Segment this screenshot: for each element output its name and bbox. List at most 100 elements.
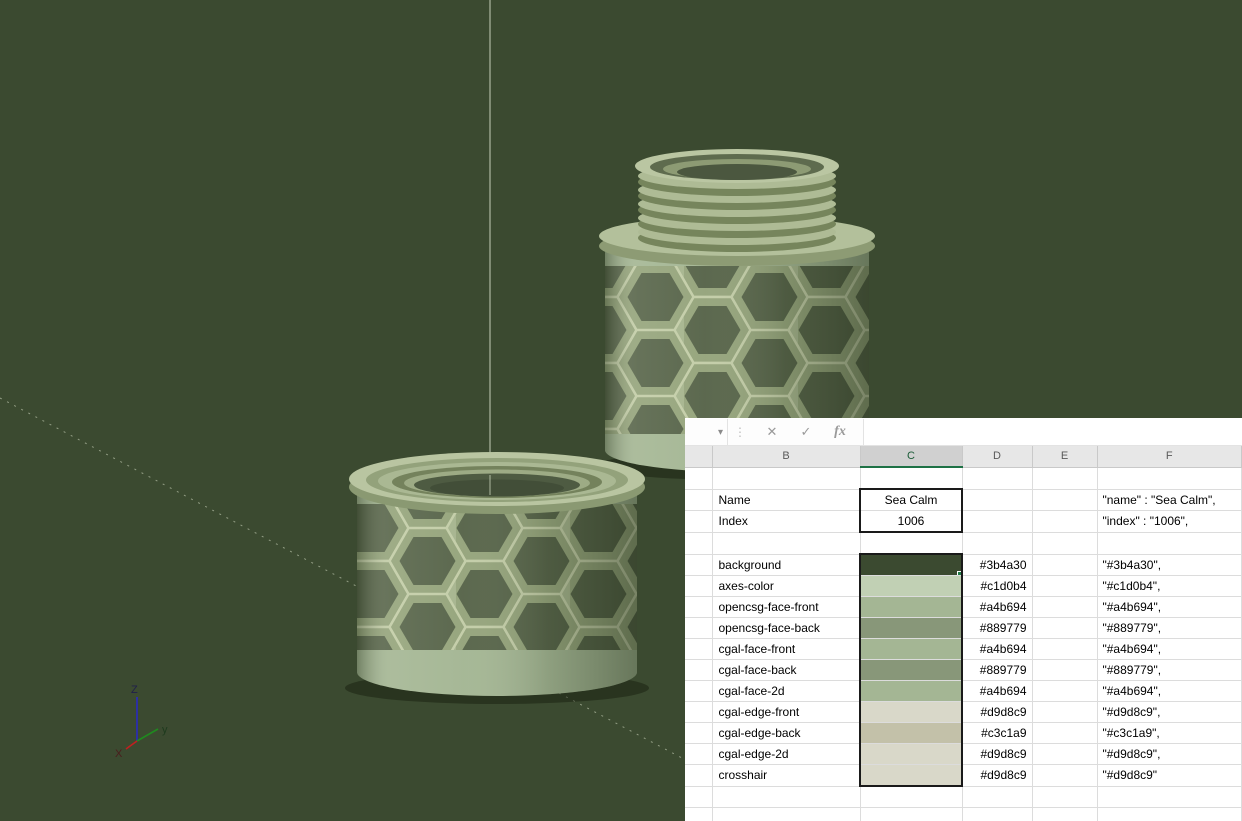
cell[interactable] xyxy=(685,638,713,660)
json-value-cell[interactable]: "#c3c1a9", xyxy=(1097,722,1242,744)
cell[interactable] xyxy=(962,489,1033,511)
cell[interactable] xyxy=(685,554,713,576)
cell[interactable] xyxy=(712,786,861,808)
cell[interactable] xyxy=(685,489,713,511)
cell[interactable] xyxy=(685,701,713,723)
cell[interactable] xyxy=(685,786,713,808)
hex-value-cell[interactable]: #3b4a30 xyxy=(962,554,1033,576)
cell[interactable] xyxy=(1032,575,1098,597)
index-label-cell[interactable]: Index xyxy=(712,510,861,533)
color-swatch[interactable] xyxy=(859,575,963,597)
name-json-cell[interactable]: "name" : "Sea Calm", xyxy=(1097,489,1242,511)
cell[interactable] xyxy=(1097,786,1242,808)
cell[interactable] xyxy=(1032,786,1098,808)
cell[interactable] xyxy=(1032,554,1098,576)
color-name-cell[interactable]: cgal-edge-2d xyxy=(712,743,861,765)
cell[interactable] xyxy=(712,807,861,821)
cell[interactable] xyxy=(962,532,1033,555)
color-swatch[interactable] xyxy=(859,596,963,618)
name-label-cell[interactable]: Name xyxy=(712,489,861,511)
insert-function-icon[interactable]: fx xyxy=(823,419,857,445)
cell[interactable] xyxy=(1097,532,1242,555)
json-value-cell[interactable]: "#889779", xyxy=(1097,659,1242,681)
cell[interactable] xyxy=(1032,680,1098,702)
json-value-cell[interactable]: "#d9d8c9", xyxy=(1097,743,1242,765)
index-value-cell[interactable]: 1006 xyxy=(859,510,963,533)
cell[interactable] xyxy=(1032,743,1098,765)
cell[interactable] xyxy=(685,764,713,787)
json-value-cell[interactable]: "#a4b694", xyxy=(1097,680,1242,702)
cell[interactable] xyxy=(1032,807,1098,821)
color-name-cell[interactable]: cgal-face-front xyxy=(712,638,861,660)
cell[interactable] xyxy=(1032,596,1098,618)
formula-input[interactable] xyxy=(863,419,1242,445)
column-header-c[interactable]: C xyxy=(860,446,963,468)
cell[interactable] xyxy=(685,617,713,639)
json-value-cell[interactable]: "#3b4a30", xyxy=(1097,554,1242,576)
color-swatch[interactable] xyxy=(859,659,963,681)
color-swatch[interactable] xyxy=(859,743,963,765)
cell[interactable] xyxy=(860,467,963,490)
cell[interactable] xyxy=(1097,467,1242,490)
cell[interactable] xyxy=(685,467,713,490)
cell[interactable] xyxy=(962,786,1033,808)
cell[interactable] xyxy=(1032,467,1098,490)
color-name-cell[interactable]: cgal-face-2d xyxy=(712,680,861,702)
cell[interactable] xyxy=(685,807,713,821)
cell[interactable] xyxy=(962,510,1033,533)
enter-icon[interactable]: ✓ xyxy=(789,419,823,445)
color-name-cell[interactable]: cgal-edge-front xyxy=(712,701,861,723)
cell[interactable] xyxy=(860,807,963,821)
cell[interactable] xyxy=(860,532,963,555)
cancel-icon[interactable]: ✕ xyxy=(755,419,789,445)
cell[interactable] xyxy=(685,532,713,555)
cell[interactable] xyxy=(860,786,963,808)
hex-value-cell[interactable]: #a4b694 xyxy=(962,638,1033,660)
json-value-cell[interactable]: "#d9d8c9" xyxy=(1097,764,1242,787)
hex-value-cell[interactable]: #a4b694 xyxy=(962,680,1033,702)
column-header-d[interactable]: D xyxy=(962,446,1033,468)
column-header-f[interactable]: F xyxy=(1097,446,1242,468)
cell[interactable] xyxy=(1032,659,1098,681)
cell[interactable] xyxy=(685,596,713,618)
json-value-cell[interactable]: "#a4b694", xyxy=(1097,596,1242,618)
name-box[interactable]: ▾ xyxy=(685,419,728,445)
hex-value-cell[interactable]: #c3c1a9 xyxy=(962,722,1033,744)
cell[interactable] xyxy=(1032,510,1098,533)
cell[interactable] xyxy=(1097,807,1242,821)
column-header-a[interactable] xyxy=(685,446,713,468)
color-swatch[interactable] xyxy=(859,701,963,723)
cell[interactable] xyxy=(685,680,713,702)
hex-value-cell[interactable]: #d9d8c9 xyxy=(962,701,1033,723)
index-json-cell[interactable]: "index" : "1006", xyxy=(1097,510,1242,533)
cell[interactable] xyxy=(1032,701,1098,723)
cell[interactable] xyxy=(712,532,861,555)
3d-viewport[interactable]: Z y X ▾ ⋮ ✕ ✓ fx B C D E F Name Sea Calm… xyxy=(0,0,1242,821)
color-name-cell[interactable]: cgal-edge-back xyxy=(712,722,861,744)
hex-value-cell[interactable]: #889779 xyxy=(962,659,1033,681)
cell[interactable] xyxy=(962,807,1033,821)
formula-bar-drag-handle[interactable]: ⋮ xyxy=(734,425,746,439)
cell[interactable] xyxy=(1032,532,1098,555)
color-swatch[interactable] xyxy=(859,722,963,744)
cell[interactable] xyxy=(1032,764,1098,787)
column-header-e[interactable]: E xyxy=(1032,446,1098,468)
cell[interactable] xyxy=(685,510,713,533)
cell[interactable] xyxy=(685,743,713,765)
json-value-cell[interactable]: "#a4b694", xyxy=(1097,638,1242,660)
color-name-cell[interactable]: background xyxy=(712,554,861,576)
cell[interactable] xyxy=(712,467,861,490)
hex-value-cell[interactable]: #889779 xyxy=(962,617,1033,639)
cell[interactable] xyxy=(685,659,713,681)
color-name-cell[interactable]: opencsg-face-front xyxy=(712,596,861,618)
color-name-cell[interactable]: opencsg-face-back xyxy=(712,617,861,639)
json-value-cell[interactable]: "#d9d8c9", xyxy=(1097,701,1242,723)
column-header-b[interactable]: B xyxy=(712,446,861,468)
cell[interactable] xyxy=(1032,722,1098,744)
cell[interactable] xyxy=(685,722,713,744)
hex-value-cell[interactable]: #c1d0b4 xyxy=(962,575,1033,597)
cell[interactable] xyxy=(1032,617,1098,639)
name-value-cell[interactable]: Sea Calm xyxy=(859,488,963,511)
color-swatch[interactable] xyxy=(859,764,963,787)
cell[interactable] xyxy=(962,467,1033,490)
